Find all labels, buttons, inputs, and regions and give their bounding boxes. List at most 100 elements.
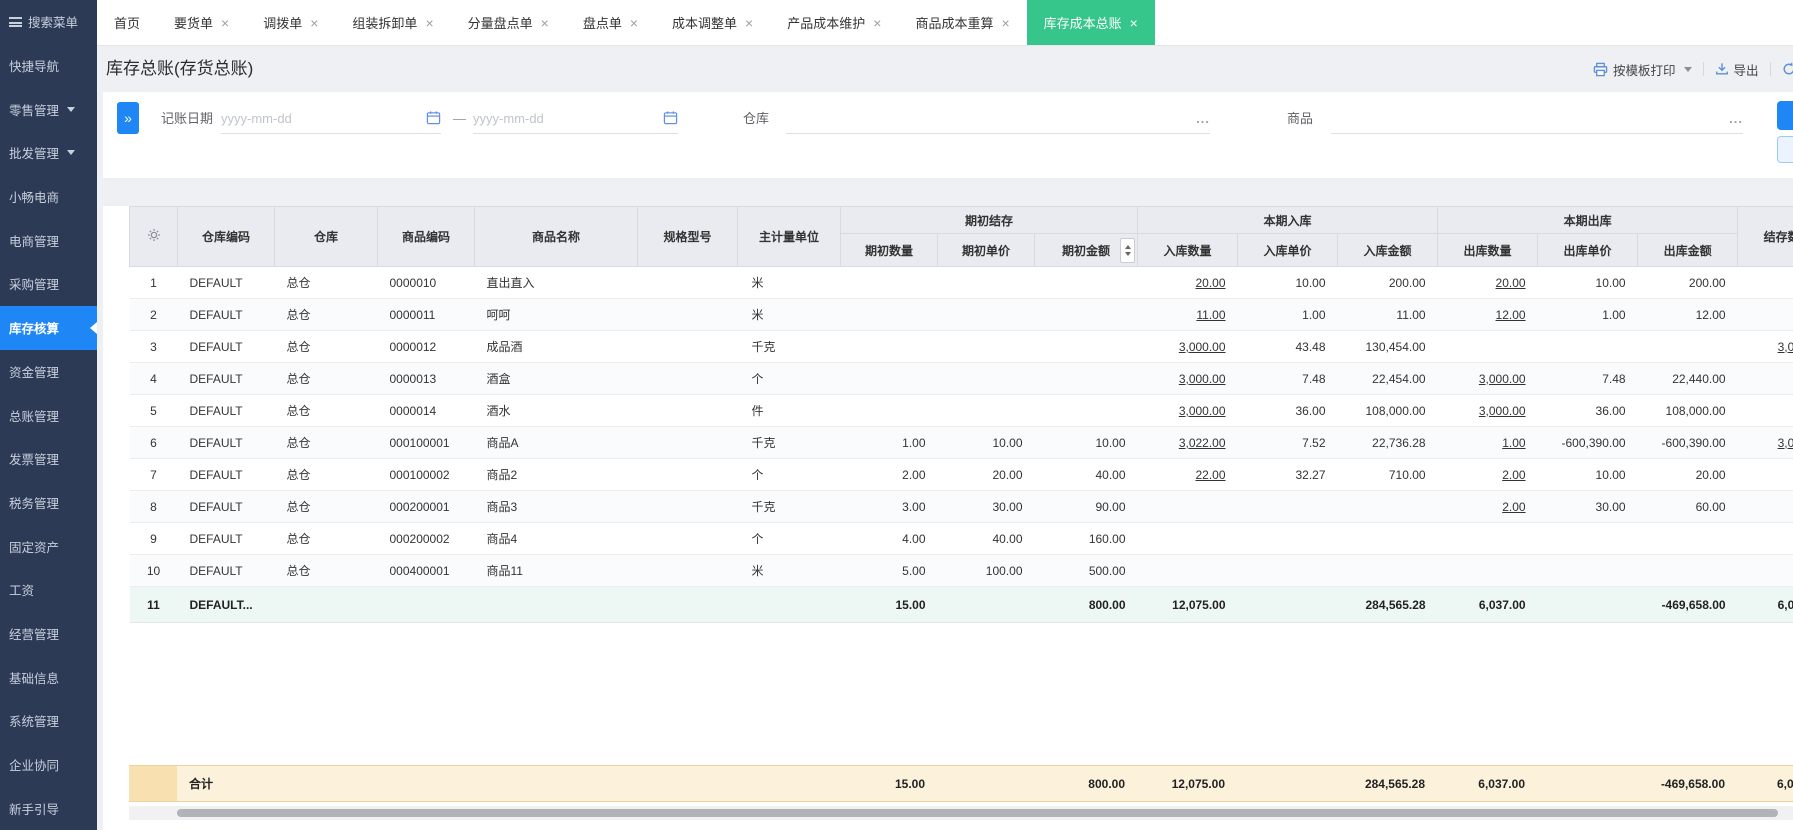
close-icon[interactable]: × — [221, 16, 229, 30]
drilldown-link[interactable]: 12.00 — [1496, 308, 1526, 322]
sidebar-item-business-mgmt[interactable]: 经营管理 — [0, 612, 97, 656]
col-header-product-name[interactable]: 商品名称 — [474, 206, 638, 267]
column-settings-header[interactable] — [129, 206, 178, 267]
close-icon[interactable]: × — [310, 16, 318, 30]
warehouse-picker-ellipsis[interactable]: ... — [1196, 111, 1210, 126]
expand-filter-button[interactable]: » — [117, 102, 139, 134]
sidebar-item-ecommerce-mgmt[interactable]: 电商管理 — [0, 218, 97, 262]
drilldown-link[interactable]: 3,0 — [1778, 340, 1793, 354]
drilldown-link[interactable]: 3,000.00 — [1179, 340, 1226, 354]
calendar-icon[interactable] — [663, 110, 678, 128]
table-row[interactable]: 7 DEFAULT 总仓 000100002 商品2 个 2.00 20.00 40.00 22.… — [129, 458, 1793, 491]
column-resize-spinner[interactable] — [1120, 238, 1136, 263]
grand-total-row[interactable]: 合计 15.00 800.00 12,075.00 284,565.28 6,037.00… — [129, 765, 1793, 802]
tab-transfer-order[interactable]: 调拨单 × — [246, 0, 335, 45]
tab-request-order[interactable]: 要货单 × — [157, 0, 246, 45]
sidebar-item-tax-mgmt[interactable]: 税务管理 — [0, 481, 97, 525]
table-row[interactable]: 8 DEFAULT 总仓 000200001 商品3 千克 3.00 30.00 90.00 2.… — [129, 490, 1793, 523]
col-header-in-amount[interactable]: 入库金额 — [1337, 233, 1439, 267]
table-row[interactable]: 1 DEFAULT 总仓 0000010 直出直入米 20.00 10.00 200.00 20… — [129, 266, 1793, 299]
drilldown-link[interactable]: 3,000.00 — [1479, 372, 1526, 386]
col-header-spec[interactable]: 规格型号 — [637, 206, 738, 267]
table-row[interactable]: 10 DEFAULT 总仓 000400001 商品11 米 5.00 100.00 500.0… — [129, 554, 1793, 587]
sidebar-item-retail-mgmt[interactable]: 零售管理 — [0, 87, 97, 131]
col-header-in-qty[interactable]: 入库数量 — [1137, 233, 1239, 267]
tab-count-order[interactable]: 盘点单 × — [566, 0, 655, 45]
sidebar-item-fixed-assets[interactable]: 固定资产 — [0, 524, 97, 568]
table-row[interactable]: 9 DEFAULT 总仓 000200002 商品4 个 4.00 40.00 160.00 — [129, 522, 1793, 555]
product-picker-ellipsis[interactable]: ... — [1729, 111, 1743, 126]
print-by-template-button[interactable]: 按模板打印 — [1593, 60, 1692, 79]
date-from-input[interactable]: yyyy-mm-dd — [221, 104, 441, 134]
tab-cost-adjust-order[interactable]: 成本调整单 × — [655, 0, 770, 45]
export-button[interactable]: 导出 — [1715, 60, 1759, 79]
sidebar-item-purchase-mgmt[interactable]: 采购管理 — [0, 262, 97, 306]
table-row[interactable]: 6 DEFAULT 总仓 000100001 商品A 千克 1.00 10.00 10.00 3,… — [129, 426, 1793, 459]
col-header-unit[interactable]: 主计量单位 — [737, 206, 841, 267]
date-to-input[interactable]: yyyy-mm-dd — [473, 104, 678, 134]
close-icon[interactable]: × — [541, 16, 549, 30]
table-row[interactable]: 3 DEFAULT 总仓 0000012 成品酒 千克 3,000.00 43.48 130,4… — [129, 330, 1793, 363]
sidebar-item-newbie-guide[interactable]: 新手引导 — [0, 786, 97, 830]
sidebar-item-xiaochang-ecommerce[interactable]: 小畅电商 — [0, 175, 97, 219]
query-button-clipped[interactable] — [1777, 101, 1793, 130]
tab-home[interactable]: 首页 — [97, 0, 157, 45]
drilldown-link[interactable]: 3,022.00 — [1179, 436, 1226, 450]
drilldown-link[interactable]: 3,0 — [1778, 436, 1793, 450]
tab-goods-cost-recalc[interactable]: 商品成本重算 × — [898, 0, 1026, 45]
col-header-out-amount[interactable]: 出库金额 — [1637, 233, 1739, 267]
sidebar-item-invoice-mgmt[interactable]: 发票管理 — [0, 437, 97, 481]
col-header-out-qty[interactable]: 出库数量 — [1437, 233, 1539, 267]
sidebar-item-enterprise-collab[interactable]: 企业协同 — [0, 743, 97, 787]
col-header-opening-amount[interactable]: 期初金额 — [1033, 233, 1139, 267]
drilldown-link[interactable]: 3,000.00 — [1179, 372, 1226, 386]
sidebar-item-basic-info[interactable]: 基础信息 — [0, 655, 97, 699]
drilldown-link[interactable]: 2.00 — [1502, 468, 1525, 482]
close-icon[interactable]: × — [873, 16, 881, 30]
drilldown-link[interactable]: 3,000.00 — [1479, 404, 1526, 418]
sidebar-item-system-mgmt[interactable]: 系统管理 — [0, 699, 97, 743]
tab-partial-count-order[interactable]: 分量盘点单 × — [451, 0, 566, 45]
drilldown-link[interactable]: 2.00 — [1502, 500, 1525, 514]
close-icon[interactable]: × — [1001, 16, 1009, 30]
sidebar-item-general-ledger[interactable]: 总账管理 — [0, 393, 97, 437]
cell-row-num: 1 — [129, 266, 178, 299]
calendar-icon[interactable] — [426, 110, 441, 128]
col-header-warehouse[interactable]: 仓库 — [274, 206, 378, 267]
drilldown-link[interactable]: 1.00 — [1502, 436, 1525, 450]
close-icon[interactable]: × — [630, 16, 638, 30]
sidebar-item-payroll[interactable]: 工资 — [0, 568, 97, 612]
drilldown-link[interactable]: 20.00 — [1196, 276, 1226, 290]
tab-inventory-cost-ledger[interactable]: 库存成本总账 × — [1026, 0, 1155, 45]
close-icon[interactable]: × — [1130, 16, 1138, 30]
col-header-product-code[interactable]: 商品编码 — [377, 206, 475, 267]
subtotal-row[interactable]: 11 DEFAULT... 15.00 800.00 12,075.00 284,565.… — [129, 586, 1793, 623]
sidebar-item-search-menu[interactable]: 搜索菜单 — [0, 0, 97, 44]
drilldown-link[interactable]: 20.00 — [1496, 276, 1526, 290]
product-input[interactable]: ... — [1331, 104, 1743, 134]
close-icon[interactable]: × — [745, 16, 753, 30]
col-header-balance[interactable]: 结存数量 — [1737, 206, 1793, 267]
sidebar-item-wholesale-mgmt[interactable]: 批发管理 — [0, 131, 97, 175]
table-row[interactable]: 5 DEFAULT 总仓 0000014 酒水件 3,000.00 36.00 108,000… — [129, 394, 1793, 427]
drilldown-link[interactable]: 3,000.00 — [1179, 404, 1226, 418]
sidebar-item-funds-mgmt[interactable]: 资金管理 — [0, 350, 97, 394]
col-header-in-price[interactable]: 入库单价 — [1237, 233, 1339, 267]
col-header-opening-price[interactable]: 期初单价 — [937, 233, 1035, 267]
horizontal-scrollbar-thumb[interactable] — [177, 809, 1778, 817]
drilldown-link[interactable]: 11.00 — [1196, 308, 1225, 322]
tab-assembly-order[interactable]: 组装拆卸单 × — [335, 0, 450, 45]
col-header-opening-qty[interactable]: 期初数量 — [840, 233, 938, 267]
table-row[interactable]: 4 DEFAULT 总仓 0000013 酒盒个 3,000.00 7.48 22,454.0… — [129, 362, 1793, 395]
drilldown-link[interactable]: 22.00 — [1196, 468, 1226, 482]
warehouse-input[interactable]: ... — [786, 104, 1210, 134]
secondary-button-clipped[interactable] — [1777, 136, 1793, 163]
tab-product-cost-maintain[interactable]: 产品成本维护 × — [770, 0, 898, 45]
col-header-out-price[interactable]: 出库单价 — [1537, 233, 1639, 267]
sidebar-item-quick-nav[interactable]: 快捷导航 — [0, 44, 97, 88]
col-header-warehouse-code[interactable]: 仓库编码 — [177, 206, 275, 267]
table-row[interactable]: 2 DEFAULT 总仓 0000011 呵呵米 11.00 1.00 11.00 12.00 1… — [129, 298, 1793, 331]
sidebar-item-inventory-accounting[interactable]: 库存核算 — [0, 305, 97, 350]
close-icon[interactable]: × — [425, 16, 433, 30]
refresh-button[interactable]: 刷新 — [1782, 60, 1793, 79]
